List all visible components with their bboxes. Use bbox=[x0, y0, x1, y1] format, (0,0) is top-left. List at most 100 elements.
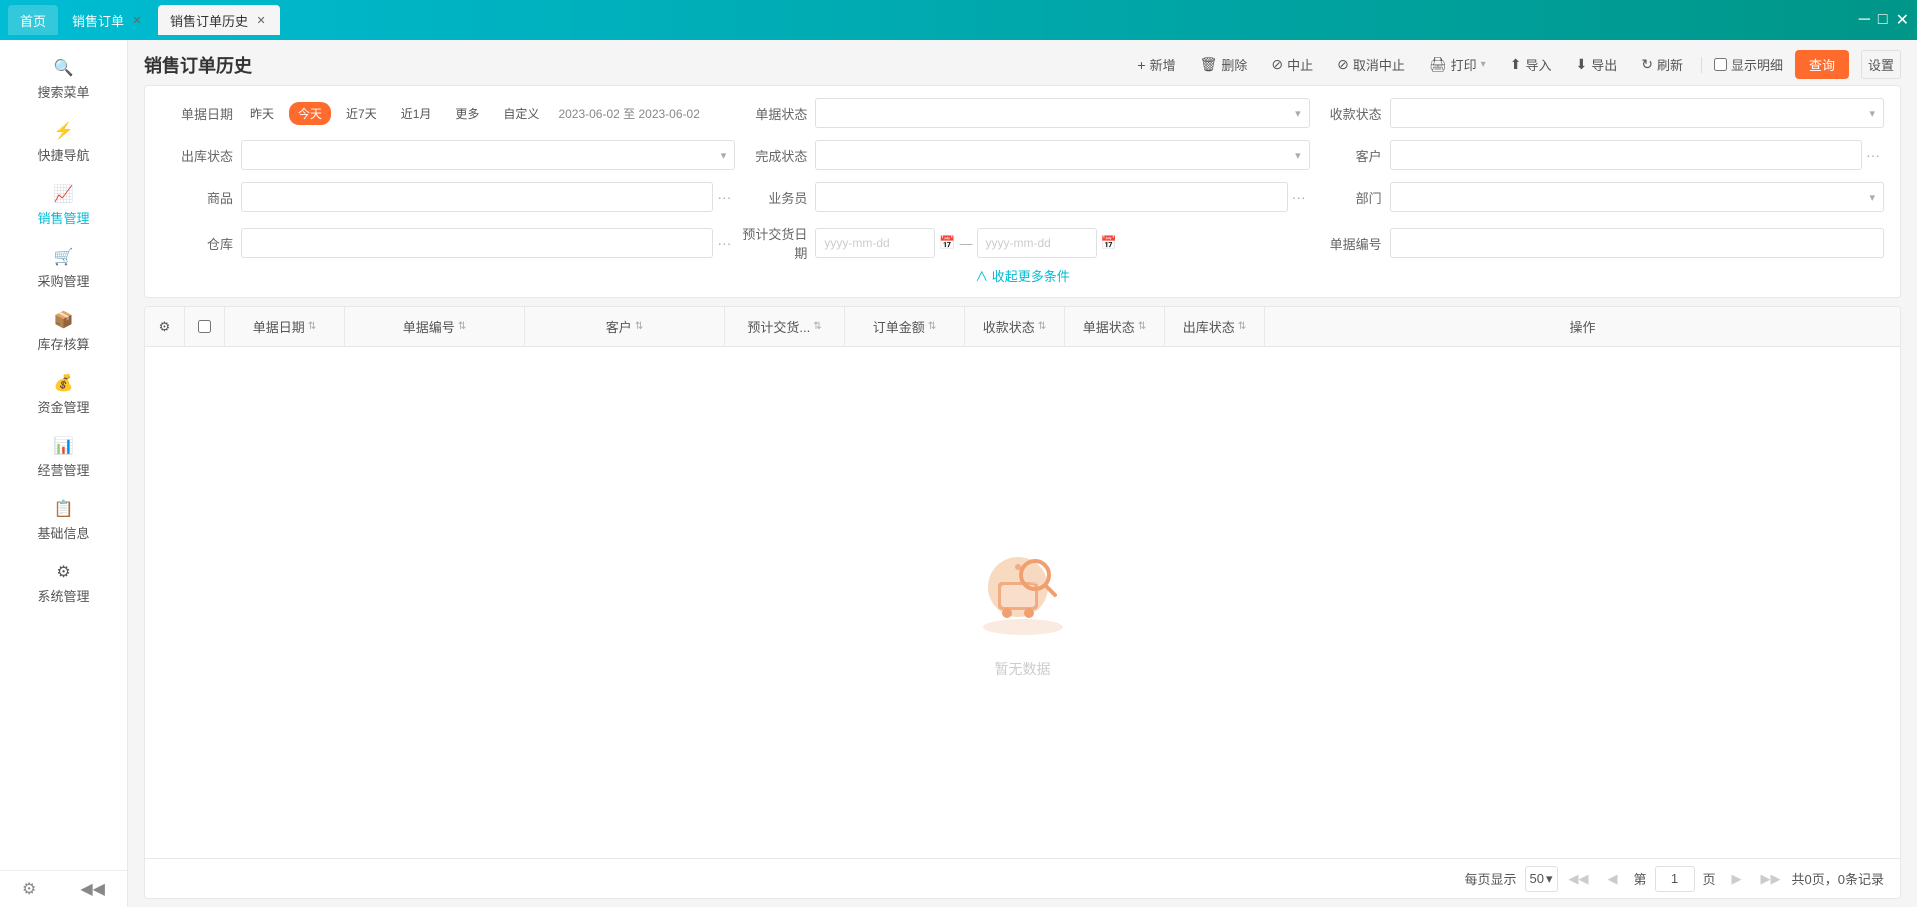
delivery-date-start[interactable]: yyyy-mm-dd bbox=[815, 228, 935, 258]
th-delivery[interactable]: 预计交货... ⇅ bbox=[725, 307, 845, 346]
settings-button[interactable]: 设置 bbox=[1861, 50, 1901, 79]
delete-label: 删除 bbox=[1221, 55, 1247, 74]
delete-icon: 🗑 bbox=[1200, 56, 1218, 73]
date-label: 单据日期 bbox=[161, 104, 241, 123]
sidebar-volume-icon[interactable]: ◀◀ bbox=[80, 879, 105, 899]
toolbar: + 新增 🗑 删除 ⊘ 中止 ⊘ 取消中止 🖨 打印 bbox=[1131, 50, 1901, 79]
th-action: 操作 bbox=[1265, 307, 1900, 346]
salesman-ellipsis-icon[interactable]: ··· bbox=[1288, 189, 1310, 205]
product-ellipsis-icon[interactable]: ··· bbox=[713, 189, 735, 205]
warehouse-input[interactable] bbox=[241, 228, 713, 258]
stock-status-select[interactable]: ▾ bbox=[241, 140, 735, 170]
filter-warehouse-cell: 仓库 ··· bbox=[161, 228, 735, 258]
print-button[interactable]: 🖨 打印 ▾ bbox=[1423, 51, 1492, 78]
tab-sales-order[interactable]: 销售订单 ✕ bbox=[60, 5, 156, 35]
th-stock[interactable]: 出库状态 ⇅ bbox=[1165, 307, 1265, 346]
sidebar-item-basic-info[interactable]: 📋 基础信息 bbox=[0, 489, 127, 552]
prev-page-btn[interactable]: ◀ bbox=[1600, 866, 1626, 892]
last-page-btn[interactable]: ▶▶ bbox=[1758, 866, 1784, 892]
sidebar-item-search-menu[interactable]: 🔍 搜索菜单 bbox=[0, 48, 127, 111]
sidebar-settings-icon[interactable]: ⚙ bbox=[22, 879, 36, 899]
customer-ellipsis-icon[interactable]: ··· bbox=[1862, 147, 1884, 163]
import-button[interactable]: ⬆ 导入 bbox=[1504, 51, 1558, 78]
tab-sales-order-history-close[interactable]: ✕ bbox=[254, 13, 268, 27]
order-number-input[interactable] bbox=[1390, 228, 1884, 258]
cancel-stop-button[interactable]: ⊘ 取消中止 bbox=[1331, 51, 1411, 78]
show-details-checkbox[interactable]: 显示明细 bbox=[1714, 55, 1783, 74]
th-action-label: 操作 bbox=[1569, 317, 1595, 336]
minimize-icon[interactable]: ─ bbox=[1859, 11, 1870, 29]
completion-status-select[interactable]: ▾ bbox=[815, 140, 1309, 170]
product-input[interactable] bbox=[241, 182, 713, 212]
th-checkbox[interactable] bbox=[185, 307, 225, 346]
date-btn-last1month[interactable]: 近1月 bbox=[392, 102, 441, 125]
date-btn-custom[interactable]: 自定义 bbox=[494, 102, 548, 125]
close-window-icon[interactable]: ✕ bbox=[1896, 10, 1909, 30]
maximize-icon[interactable]: □ bbox=[1878, 11, 1888, 29]
page-input[interactable]: 1 bbox=[1655, 866, 1695, 892]
show-details-input[interactable] bbox=[1714, 58, 1727, 71]
th-status[interactable]: 单据状态 ⇅ bbox=[1065, 307, 1165, 346]
sidebar-item-purchase-mgmt[interactable]: 🛒 采购管理 bbox=[0, 237, 127, 300]
customer-input[interactable] bbox=[1390, 140, 1862, 170]
warehouse-ellipsis-icon[interactable]: ··· bbox=[713, 235, 735, 251]
tab-sales-order-close[interactable]: ✕ bbox=[130, 13, 144, 27]
date-btn-today[interactable]: 今天 bbox=[289, 102, 331, 125]
new-icon: + bbox=[1137, 57, 1145, 73]
filter-product-cell: 商品 ··· bbox=[161, 182, 735, 212]
refresh-button[interactable]: ↻ 刷新 bbox=[1635, 51, 1689, 78]
receipt-status-select[interactable]: ▾ bbox=[1390, 98, 1884, 128]
first-page-btn[interactable]: ◀◀ bbox=[1566, 866, 1592, 892]
next-page-btn[interactable]: ▶ bbox=[1724, 866, 1750, 892]
date-options: 昨天 今天 近7天 近1月 更多 自定义 2023-06-02 至 2023-0… bbox=[241, 102, 700, 125]
purchase-mgmt-icon: 🛒 bbox=[54, 247, 74, 267]
salesman-input[interactable] bbox=[815, 182, 1287, 212]
per-page-select[interactable]: 50 ▾ bbox=[1525, 866, 1558, 892]
query-button[interactable]: 查询 bbox=[1795, 50, 1849, 79]
delete-button[interactable]: 🗑 删除 bbox=[1194, 51, 1254, 78]
sidebar-item-system-mgmt[interactable]: ⚙ 系统管理 bbox=[0, 552, 127, 615]
basic-info-icon: 📋 bbox=[54, 499, 74, 519]
th-customer[interactable]: 客户 ⇅ bbox=[525, 307, 725, 346]
delivery-date-start-calendar-icon[interactable]: 📅 bbox=[939, 235, 955, 251]
date-btn-yesterday[interactable]: 昨天 bbox=[241, 102, 283, 125]
order-status-select[interactable]: ▾ bbox=[815, 98, 1309, 128]
new-button[interactable]: + 新增 bbox=[1131, 51, 1181, 78]
department-select[interactable]: ▾ bbox=[1390, 182, 1884, 212]
th-date[interactable]: 单据日期 ⇅ bbox=[225, 307, 345, 346]
date-btn-more[interactable]: 更多 bbox=[446, 102, 488, 125]
stock-status-arrow-icon: ▾ bbox=[721, 149, 727, 162]
th-number[interactable]: 单据编号 ⇅ bbox=[345, 307, 525, 346]
sidebar-item-operations[interactable]: 📊 经营管理 bbox=[0, 426, 127, 489]
th-receipt[interactable]: 收款状态 ⇅ bbox=[965, 307, 1065, 346]
th-amount[interactable]: 订单金额 ⇅ bbox=[845, 307, 965, 346]
export-icon: ⬇ bbox=[1575, 56, 1587, 73]
th-status-label: 单据状态 bbox=[1083, 317, 1135, 336]
page-label: 第 bbox=[1634, 869, 1647, 888]
filter-customer-cell: 客户 ··· bbox=[1310, 140, 1884, 170]
delivery-date-end-calendar-icon[interactable]: 📅 bbox=[1101, 235, 1117, 251]
per-page-label: 每页显示 bbox=[1464, 869, 1516, 888]
toolbar-divider bbox=[1701, 57, 1702, 73]
collapse-bar[interactable]: ∧ 收起更多条件 bbox=[161, 266, 1884, 285]
th-number-sort-icon: ⇅ bbox=[458, 321, 466, 332]
top-bar: 首页 销售订单 ✕ 销售订单历史 ✕ ─ □ ✕ bbox=[0, 0, 1917, 40]
tab-sales-order-history[interactable]: 销售订单历史 ✕ bbox=[158, 5, 280, 35]
sidebar-item-inventory[interactable]: 📦 库存核算 bbox=[0, 300, 127, 363]
select-all-checkbox[interactable] bbox=[198, 320, 211, 333]
delivery-date-end[interactable]: yyyy-mm-dd bbox=[977, 228, 1097, 258]
date-control: 昨天 今天 近7天 近1月 更多 自定义 2023-06-02 至 2023-0… bbox=[241, 102, 735, 125]
stop-button[interactable]: ⊘ 中止 bbox=[1265, 51, 1319, 78]
th-amount-label: 订单金额 bbox=[873, 317, 925, 336]
date-btn-last7[interactable]: 近7天 bbox=[337, 102, 386, 125]
tab-sales-order-history-label: 销售订单历史 bbox=[170, 11, 248, 30]
sidebar-item-sales-mgmt[interactable]: 📈 销售管理 bbox=[0, 174, 127, 237]
sidebar-item-quick-nav[interactable]: ⚡ 快捷导航 bbox=[0, 111, 127, 174]
th-settings[interactable]: ⚙ bbox=[145, 307, 185, 346]
stop-icon: ⊘ bbox=[1271, 56, 1283, 73]
export-button[interactable]: ⬇ 导出 bbox=[1569, 51, 1623, 78]
sidebar-item-inventory-label: 库存核算 bbox=[37, 334, 89, 353]
tab-home[interactable]: 首页 bbox=[8, 5, 58, 35]
new-label: 新增 bbox=[1150, 55, 1176, 74]
sidebar-item-finance[interactable]: 💰 资金管理 bbox=[0, 363, 127, 426]
